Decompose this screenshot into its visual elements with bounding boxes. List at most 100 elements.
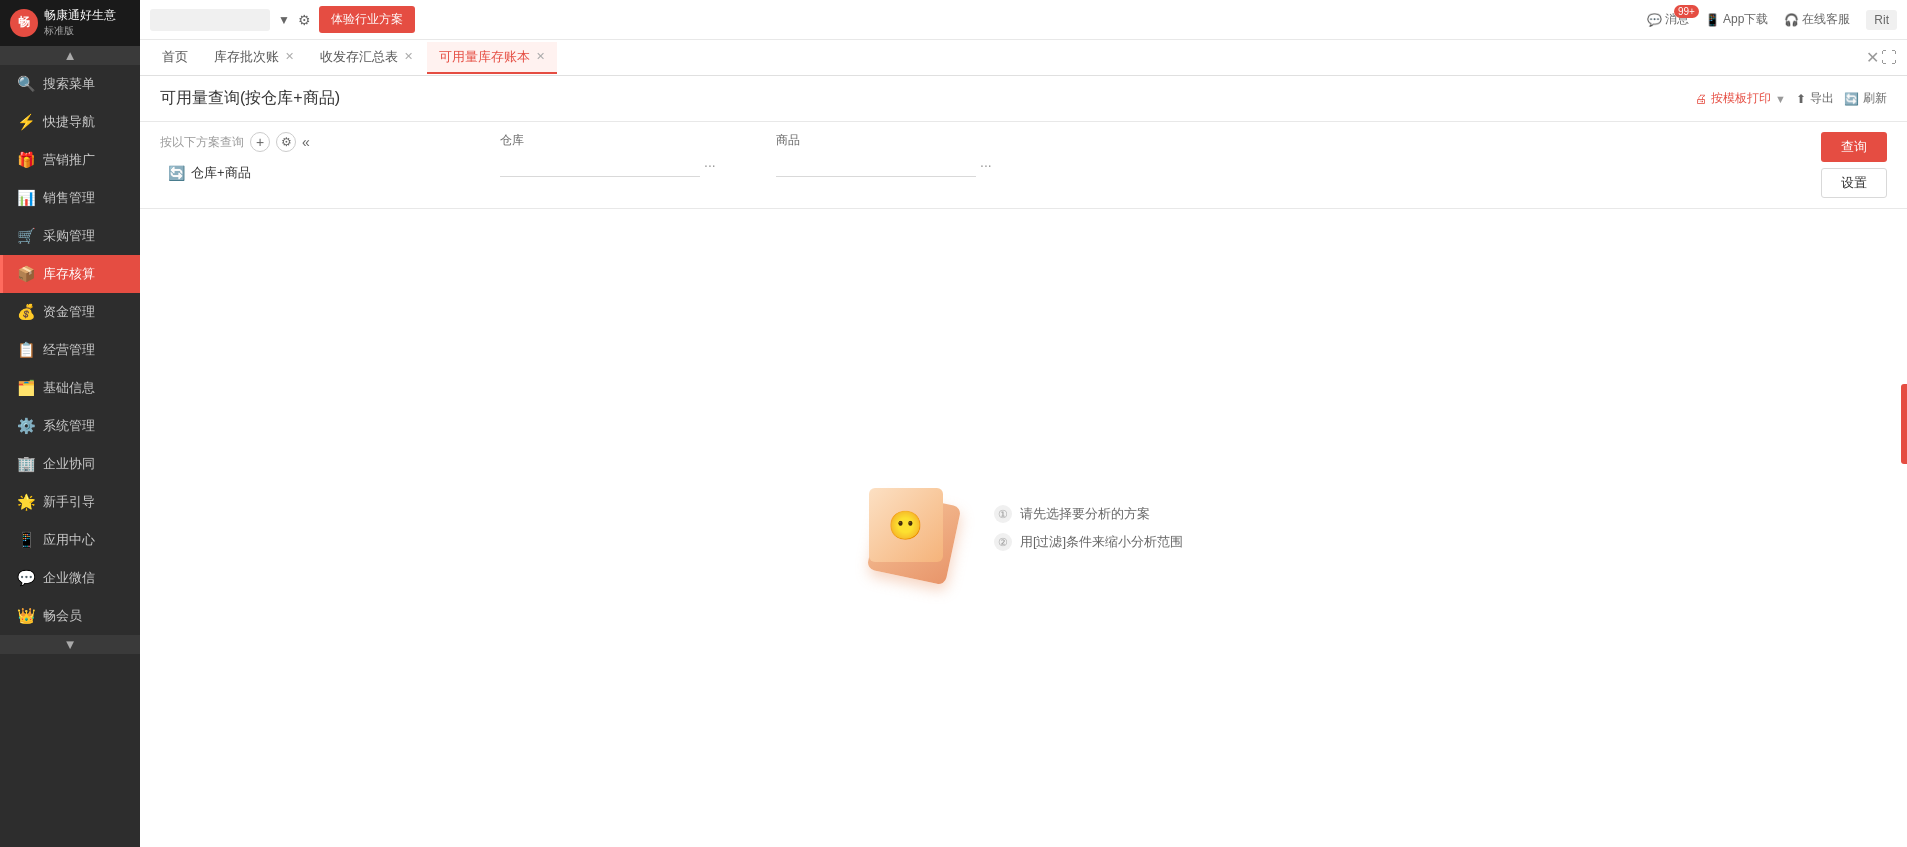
enterprise-icon: 🏢: [17, 455, 35, 473]
sidebar-header: 畅 畅康通好生意 标准版: [0, 0, 140, 46]
operations-icon: 📋: [17, 341, 35, 359]
sidebar-item-search[interactable]: 🔍 搜索菜单: [0, 65, 140, 103]
tab-summary-close[interactable]: ✕: [404, 50, 413, 63]
sidebar-item-label: 销售管理: [43, 189, 95, 207]
topbar-dropdown-button[interactable]: ▼: [278, 13, 290, 27]
message-count-badge: 99+: [1674, 5, 1699, 18]
sidebar-item-wechat[interactable]: 💬 企业微信: [0, 559, 140, 597]
industry-btn[interactable]: 体验行业方案: [319, 6, 415, 33]
sidebar-item-appcenter[interactable]: 📱 应用中心: [0, 521, 140, 559]
sidebar-item-shortcut[interactable]: ⚡ 快捷导航: [0, 103, 140, 141]
system-icon: ⚙️: [17, 417, 35, 435]
phone-icon: 📱: [1705, 13, 1720, 27]
tab-batch[interactable]: 库存批次账 ✕: [202, 42, 306, 74]
member-icon: 👑: [17, 607, 35, 625]
sidebar-scroll-down[interactable]: ▼: [0, 635, 140, 654]
warehouse-dots-button[interactable]: ···: [704, 157, 716, 173]
tab-available-close[interactable]: ✕: [536, 50, 545, 63]
sidebar-item-label: 库存核算: [43, 265, 95, 283]
sidebar-item-label: 系统管理: [43, 417, 95, 435]
sidebar-item-sales[interactable]: 📊 销售管理: [0, 179, 140, 217]
scheme-label: 仓库+商品: [191, 164, 251, 182]
warehouse-input-row: ···: [500, 153, 760, 177]
sidebar-item-label: 采购管理: [43, 227, 95, 245]
empty-text: ① 请先选择要分析的方案 ② 用[过滤]条件来缩小分析范围: [994, 505, 1183, 551]
tab-summary-label: 收发存汇总表: [320, 48, 398, 66]
product-field-label: 商品: [776, 132, 1036, 149]
filter-left: 按以下方案查询 + ⚙ « 🔄 仓库+商品: [160, 132, 480, 186]
sidebar-item-label: 搜索菜单: [43, 75, 95, 93]
sidebar-item-marketing[interactable]: 🎁 营销推广: [0, 141, 140, 179]
sidebar-item-guide[interactable]: 🌟 新手引导: [0, 483, 140, 521]
settings-button[interactable]: 设置: [1821, 168, 1887, 198]
sidebar-item-inventory[interactable]: 📦 库存核算: [0, 255, 140, 293]
sidebar-item-operations[interactable]: 📋 经营管理: [0, 331, 140, 369]
search-input[interactable]: [150, 9, 270, 31]
export-button[interactable]: ⬆ 导出: [1796, 90, 1834, 107]
sidebar-item-enterprise[interactable]: 🏢 企业协同: [0, 445, 140, 483]
headset-icon: 🎧: [1784, 13, 1799, 27]
export-label: 导出: [1810, 90, 1834, 107]
sidebar-item-purchase[interactable]: 🛒 采购管理: [0, 217, 140, 255]
sidebar-item-member[interactable]: 👑 畅会员: [0, 597, 140, 635]
search-icon: 🔍: [17, 75, 35, 93]
warehouse-filter-field: 仓库 ···: [500, 132, 760, 177]
topbar-gear-button[interactable]: ⚙: [298, 12, 311, 28]
empty-illustration: 😶: [864, 478, 964, 578]
basic-icon: 🗂️: [17, 379, 35, 397]
product-input[interactable]: [776, 153, 976, 177]
app-icon: 📱: [17, 531, 35, 549]
online-service-button[interactable]: 🎧 在线客服: [1784, 11, 1850, 28]
app-download-button[interactable]: 📱 App下载: [1705, 11, 1768, 28]
sidebar-item-label: 新手引导: [43, 493, 95, 511]
product-input-row: ···: [776, 153, 1036, 177]
tab-home[interactable]: 首页: [150, 42, 200, 74]
filter-setting-button[interactable]: ⚙: [276, 132, 296, 152]
tab-available[interactable]: 可用量库存账本 ✕: [427, 42, 557, 74]
user-profile-button[interactable]: Rit: [1866, 10, 1897, 30]
product-dots-button[interactable]: ···: [980, 157, 992, 173]
warehouse-input[interactable]: [500, 153, 700, 177]
filter-area: 按以下方案查询 + ⚙ « 🔄 仓库+商品 仓库 ···: [140, 122, 1907, 209]
print-dropdown-icon[interactable]: ▼: [1775, 93, 1786, 105]
chart-icon: 📊: [17, 189, 35, 207]
page-title: 可用量查询(按仓库+商品): [160, 88, 340, 109]
sidebar: 畅 畅康通好生意 标准版 ▲ 🔍 搜索菜单 ⚡ 快捷导航 🎁 营销推广 📊 销售…: [0, 0, 140, 847]
message-button[interactable]: 💬 消息 99+: [1647, 11, 1689, 28]
main-area: ▼ ⚙ 体验行业方案 💬 消息 99+ 📱 App下载 🎧 在线客服 Rit 首…: [140, 0, 1907, 847]
sidebar-item-label: 经营管理: [43, 341, 95, 359]
refresh-label: 刷新: [1863, 90, 1887, 107]
sidebar-item-label: 企业微信: [43, 569, 95, 587]
sidebar-scroll-up[interactable]: ▲: [0, 46, 140, 65]
tab-batch-close[interactable]: ✕: [285, 50, 294, 63]
warehouse-field-label: 仓库: [500, 132, 760, 149]
tab-available-label: 可用量库存账本: [439, 48, 530, 66]
message-icon: 💬: [1647, 13, 1662, 27]
topbar: ▼ ⚙ 体验行业方案 💬 消息 99+ 📱 App下载 🎧 在线客服 Rit: [140, 0, 1907, 40]
refresh-icon: 🔄: [1844, 92, 1859, 106]
export-icon: ⬆: [1796, 92, 1806, 106]
sidebar-item-finance[interactable]: 💰 资金管理: [0, 293, 140, 331]
scheme-icon: 🔄: [168, 165, 185, 181]
sidebar-item-label: 营销推广: [43, 151, 95, 169]
logo-icon: 畅: [10, 9, 38, 37]
filter-add-button[interactable]: +: [250, 132, 270, 152]
close-all-tabs-button[interactable]: ✕: [1866, 48, 1879, 67]
tab-summary[interactable]: 收发存汇总表 ✕: [308, 42, 425, 74]
right-scroll-indicator: [1901, 384, 1907, 464]
filter-collapse-button[interactable]: «: [302, 134, 310, 150]
query-button[interactable]: 查询: [1821, 132, 1887, 162]
sidebar-item-label: 快捷导航: [43, 113, 95, 131]
brand-name: 畅康通好生意: [44, 8, 116, 24]
shortcut-icon: ⚡: [17, 113, 35, 131]
sidebar-item-system[interactable]: ⚙️ 系统管理: [0, 407, 140, 445]
filter-scheme-item[interactable]: 🔄 仓库+商品: [160, 160, 480, 186]
sidebar-item-basic[interactable]: 🗂️ 基础信息: [0, 369, 140, 407]
step1-circle: ①: [994, 505, 1012, 523]
expand-tabs-button[interactable]: ⛶: [1881, 49, 1897, 67]
print-button[interactable]: 🖨 按模板打印 ▼: [1695, 90, 1786, 107]
topbar-right: 💬 消息 99+ 📱 App下载 🎧 在线客服 Rit: [1647, 10, 1897, 30]
refresh-button[interactable]: 🔄 刷新: [1844, 90, 1887, 107]
sidebar-item-label: 资金管理: [43, 303, 95, 321]
step2-text: 用[过滤]条件来缩小分析范围: [1020, 533, 1183, 551]
